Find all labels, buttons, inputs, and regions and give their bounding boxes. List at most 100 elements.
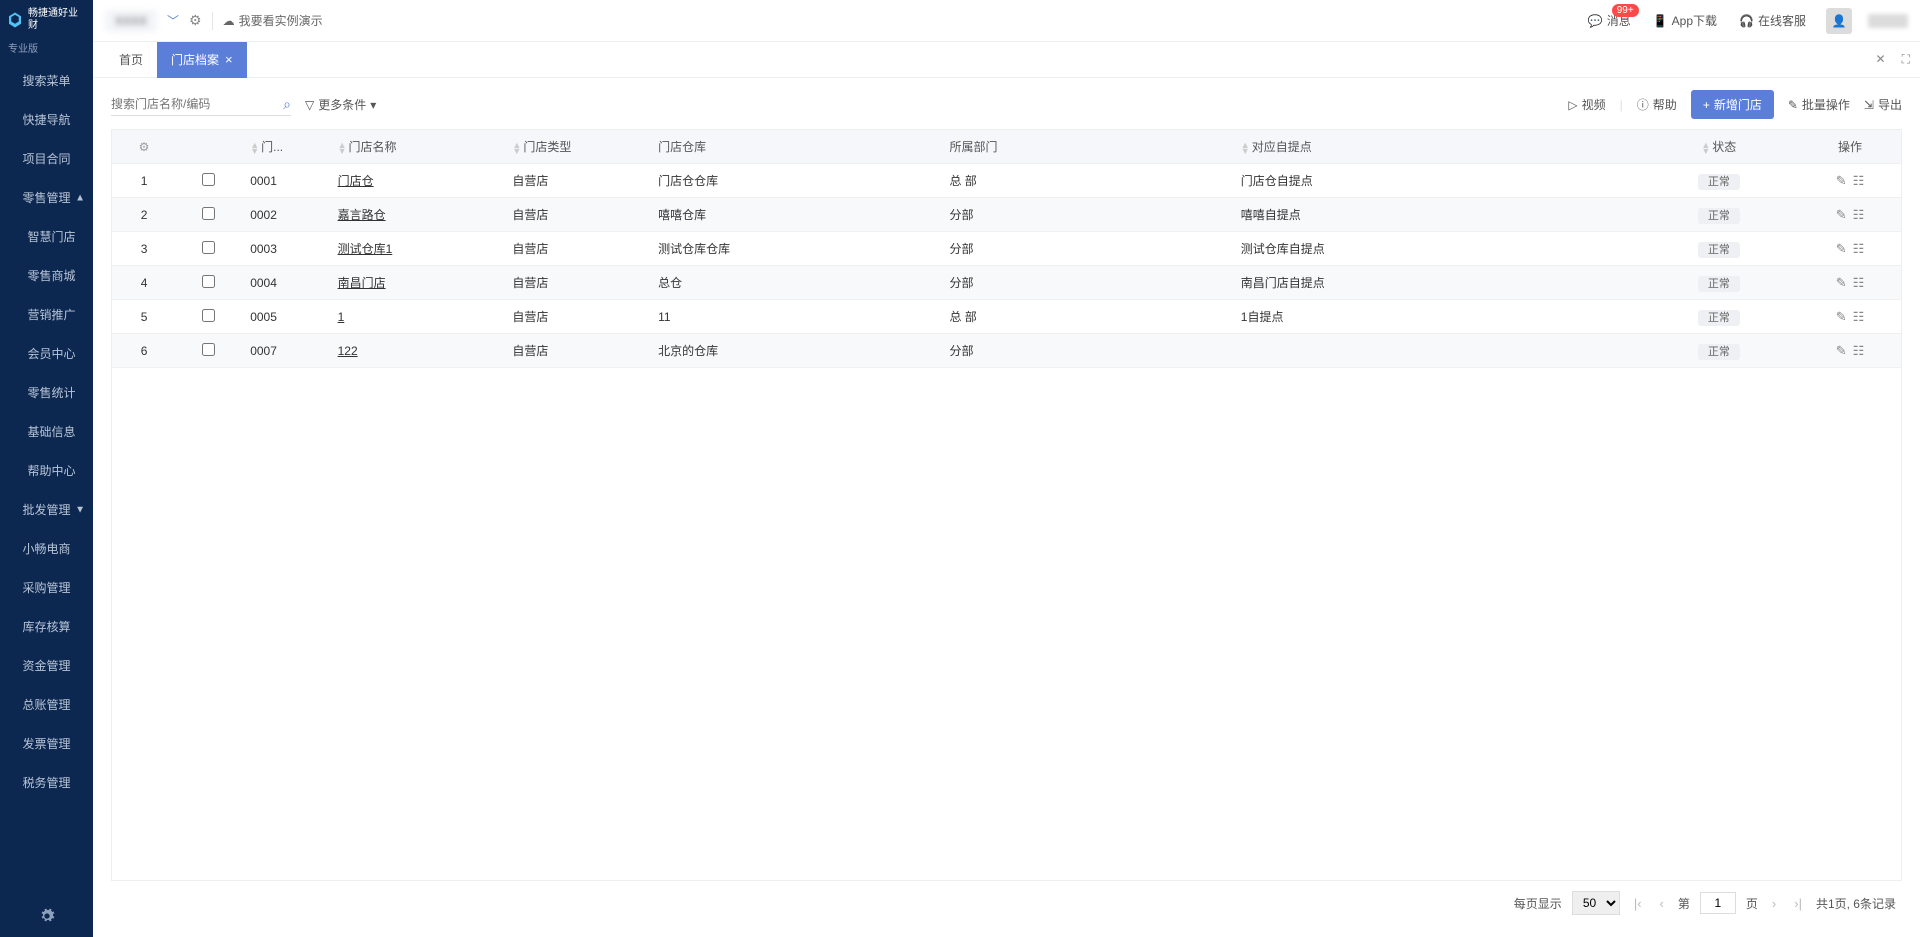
header-pickup[interactable]: ▲▼对应自提点 [1231, 130, 1639, 164]
sidebar-item[interactable]: 小畅电商 [0, 529, 93, 568]
cell-status: 正常 [1639, 164, 1799, 198]
settings-icon[interactable]: ⚙ [189, 12, 202, 29]
sidebar-item[interactable]: 总账管理 [0, 685, 93, 724]
sidebar-item[interactable]: 采购管理 [0, 568, 93, 607]
sidebar-item[interactable]: 发票管理 [0, 724, 93, 763]
main: XXXX ﹀ ⚙ ☁ 我要看实例演示 💬 消息 99+ 📱 App下载 🎧 在线… [93, 0, 1920, 937]
sidebar-item[interactable]: 税务管理 [0, 763, 93, 802]
store-link[interactable]: 1 [338, 310, 345, 324]
sidebar-item[interactable]: 资金管理 [0, 646, 93, 685]
prev-page-button[interactable]: ‹ [1656, 894, 1668, 913]
row-checkbox[interactable] [202, 275, 215, 288]
per-page-select[interactable]: 50 [1572, 891, 1620, 915]
page-input[interactable] [1700, 892, 1736, 914]
edit-icon[interactable]: ✎ [1836, 275, 1847, 290]
more-icon[interactable]: ☷ [1853, 207, 1865, 222]
sidebar-item[interactable]: 零售商城 [0, 256, 93, 295]
sidebar-item[interactable]: 帮助中心 [0, 451, 93, 490]
sidebar-settings[interactable] [0, 898, 93, 937]
app-download-button[interactable]: 📱 App下载 [1653, 12, 1717, 29]
search-icon[interactable]: ⌕ [283, 96, 291, 113]
sidebar-item[interactable]: 基础信息 [0, 412, 93, 451]
more-icon[interactable]: ☷ [1853, 275, 1865, 290]
row-checkbox[interactable] [202, 207, 215, 220]
close-panel-icon[interactable]: ✕ [1872, 48, 1890, 71]
store-link[interactable]: 122 [338, 344, 358, 358]
row-checkbox[interactable] [202, 241, 215, 254]
first-page-button[interactable]: |‹ [1630, 894, 1646, 913]
page-suffix: 页 [1746, 895, 1758, 912]
add-store-button[interactable]: +新增门店 [1691, 90, 1774, 119]
phone-icon: 📱 [1653, 14, 1668, 28]
more-icon[interactable]: ☷ [1853, 241, 1865, 256]
header-type[interactable]: ▲▼门店类型 [502, 130, 648, 164]
last-page-button[interactable]: ›| [1790, 894, 1806, 913]
header-status[interactable]: ▲▼状态 [1639, 130, 1799, 164]
row-checkbox[interactable] [202, 309, 215, 322]
avatar[interactable]: 👤 [1826, 8, 1852, 34]
row-checkbox[interactable] [202, 343, 215, 356]
customer-service-button[interactable]: 🎧 在线客服 [1739, 12, 1806, 29]
sidebar-item[interactable]: 零售统计 [0, 373, 93, 412]
cell-status: 正常 [1639, 300, 1799, 334]
sidebar-item[interactable]: 批发管理▼ [0, 490, 93, 529]
cell-op: ✎☷ [1799, 266, 1901, 300]
help-link[interactable]: ⓘ帮助 [1637, 96, 1677, 113]
divider [212, 12, 213, 30]
store-link[interactable]: 门店仓 [338, 174, 374, 188]
sidebar-item[interactable]: 智慧门店 [0, 217, 93, 256]
header-code[interactable]: ▲▼门... [240, 130, 327, 164]
export-button[interactable]: ⇲导出 [1864, 96, 1902, 113]
edit-icon[interactable]: ✎ [1836, 343, 1847, 358]
more-icon[interactable]: ☷ [1853, 309, 1865, 324]
chevron-down-icon[interactable]: ﹀ [167, 12, 179, 29]
store-link[interactable]: 南昌门店 [338, 276, 386, 290]
sidebar-item[interactable]: 项目合同 [0, 139, 93, 178]
company-selector[interactable]: XXXX [105, 10, 157, 32]
sidebar-item[interactable]: 搜索菜单 [0, 61, 93, 100]
header-name[interactable]: ▲▼门店名称 [328, 130, 503, 164]
cell-name: 门店仓 [328, 164, 503, 198]
tab-store-archive[interactable]: 门店档案 × [157, 42, 247, 78]
tab-home[interactable]: 首页 [105, 42, 157, 78]
batch-button[interactable]: ✎批量操作 [1788, 96, 1850, 113]
store-link[interactable]: 测试仓库1 [338, 242, 393, 256]
demo-link[interactable]: ☁ 我要看实例演示 [223, 12, 323, 29]
cell-dept: 分部 [939, 266, 1230, 300]
messages-button[interactable]: 💬 消息 99+ [1588, 12, 1631, 29]
fullscreen-icon[interactable]: ⛶ [1898, 48, 1914, 71]
brand-edition: 专业版 [0, 40, 93, 61]
cell-index: 1 [112, 164, 176, 198]
more-icon[interactable]: ☷ [1853, 173, 1865, 188]
cell-pickup [1231, 334, 1639, 368]
sidebar-item[interactable]: 库存核算 [0, 607, 93, 646]
edit-icon[interactable]: ✎ [1836, 241, 1847, 256]
search-input[interactable] [111, 97, 283, 111]
cell-checkbox [176, 300, 240, 334]
add-label: 新增门店 [1714, 96, 1762, 113]
video-link[interactable]: ▷视频 [1568, 96, 1605, 113]
edit-icon[interactable]: ✎ [1836, 207, 1847, 222]
app-label: App下载 [1672, 12, 1717, 29]
sidebar-item[interactable]: 营销推广 [0, 295, 93, 334]
close-icon[interactable]: × [225, 52, 233, 67]
cell-code: 0005 [240, 300, 327, 334]
cell-warehouse: 总仓 [648, 266, 939, 300]
header-warehouse: 门店仓库 [648, 130, 939, 164]
more-icon[interactable]: ☷ [1853, 343, 1865, 358]
sidebar-item[interactable]: 会员中心 [0, 334, 93, 373]
cell-name: 南昌门店 [328, 266, 503, 300]
edit-icon[interactable]: ✎ [1836, 309, 1847, 324]
sidebar-menu: 搜索菜单快捷导航项目合同零售管理▲智慧门店零售商城营销推广会员中心零售统计基础信… [0, 61, 93, 898]
more-filters[interactable]: ▽ 更多条件 ▾ [305, 96, 376, 113]
table-row: 40004南昌门店自营店总仓分部南昌门店自提点正常✎☷ [112, 266, 1901, 300]
row-checkbox[interactable] [202, 173, 215, 186]
edit-icon[interactable]: ✎ [1836, 173, 1847, 188]
table-row: 60007122自营店北京的仓库分部正常✎☷ [112, 334, 1901, 368]
header-settings[interactable]: ⚙ [112, 130, 176, 164]
store-link[interactable]: 嘉言路仓 [338, 208, 386, 222]
cell-op: ✎☷ [1799, 300, 1901, 334]
next-page-button[interactable]: › [1768, 894, 1780, 913]
sidebar-item[interactable]: 快捷导航 [0, 100, 93, 139]
sidebar-item[interactable]: 零售管理▲ [0, 178, 93, 217]
